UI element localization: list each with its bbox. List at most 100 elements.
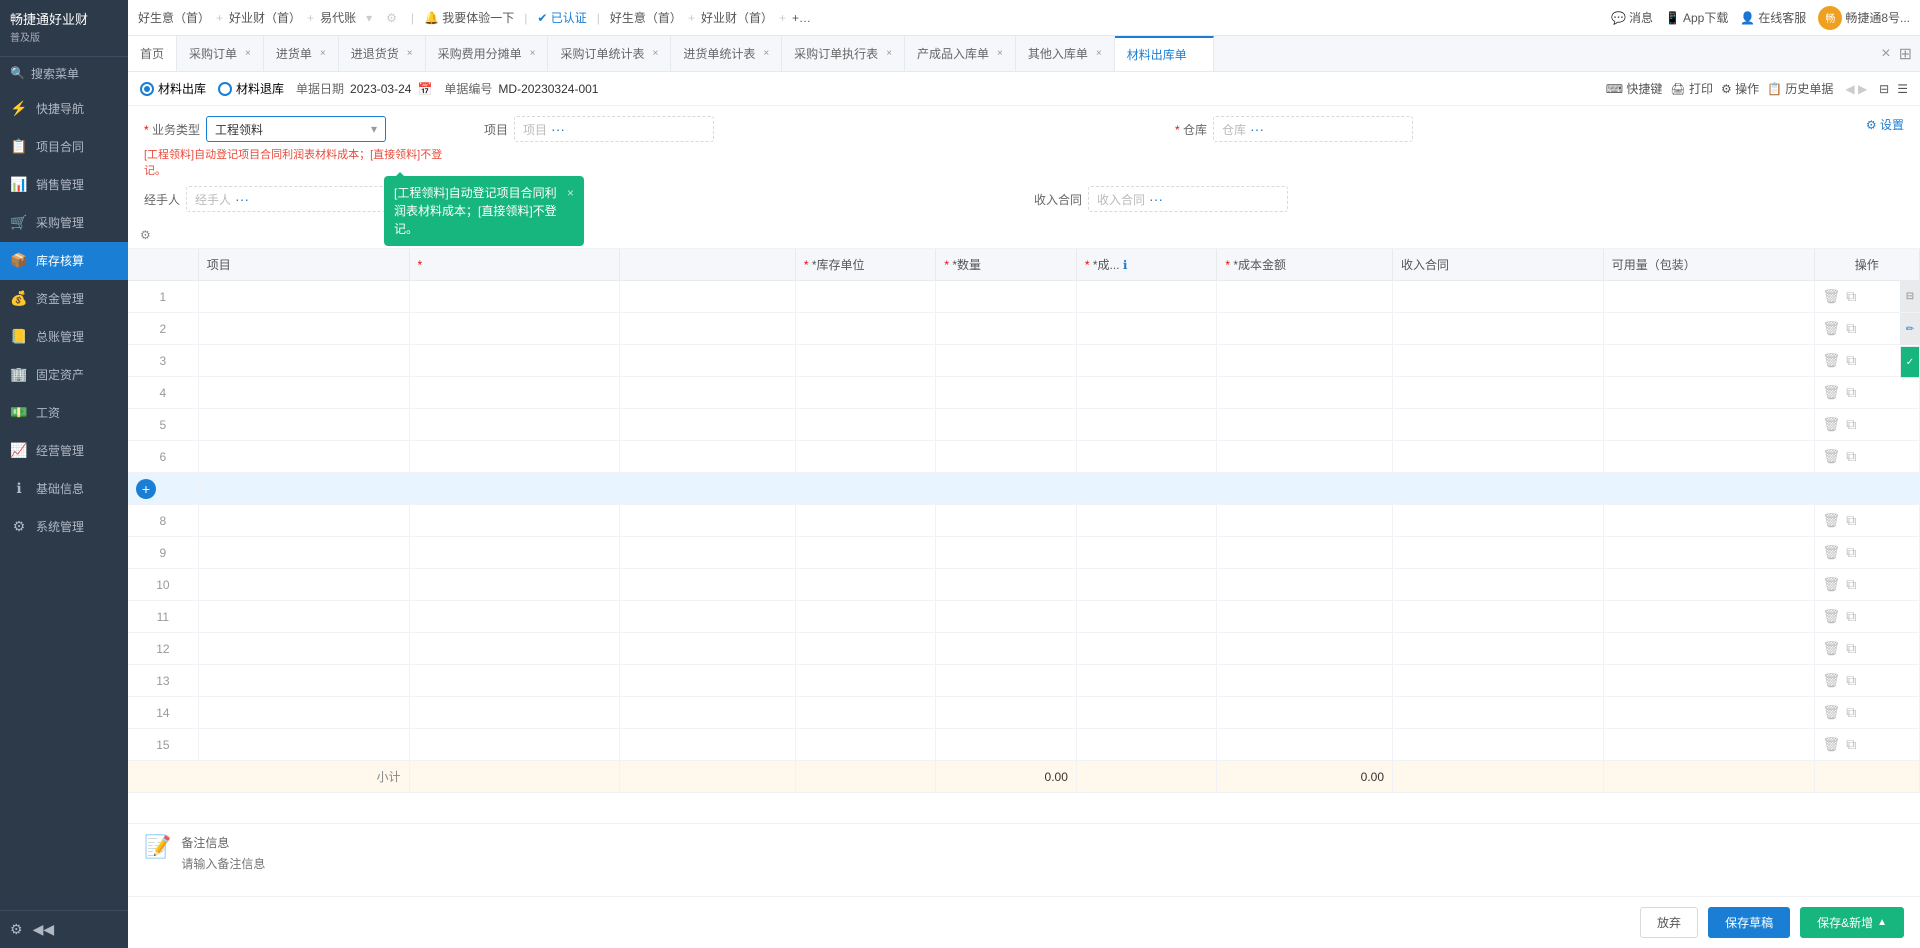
delete-row-icon[interactable]: 🗑: [1823, 416, 1841, 433]
user-menu[interactable]: 畅 畅捷通8号...: [1818, 6, 1910, 30]
row-income-contract[interactable]: [1393, 505, 1604, 537]
row-spec[interactable]: [620, 313, 796, 345]
row-cost-amount[interactable]: [1217, 633, 1393, 665]
row-available[interactable]: [1603, 601, 1814, 633]
row-cost[interactable]: [1076, 697, 1217, 729]
row-unit[interactable]: [795, 601, 936, 633]
row-cost[interactable]: [1076, 441, 1217, 473]
row-income-contract[interactable]: [1393, 537, 1604, 569]
settings-gear-icon[interactable]: ⚙: [10, 921, 23, 938]
project-input[interactable]: 项目 ···: [514, 116, 714, 142]
row-unit[interactable]: [795, 537, 936, 569]
row-cost[interactable]: [1076, 665, 1217, 697]
row-available[interactable]: [1603, 345, 1814, 377]
tab-incoming-stats[interactable]: 进货单统计表 ×: [671, 36, 782, 72]
row-project[interactable]: [198, 345, 409, 377]
history-button[interactable]: 📋 历史单据: [1767, 80, 1833, 97]
sidebar-item-operations[interactable]: 📈 经营管理: [0, 432, 128, 470]
row-unit[interactable]: [795, 729, 936, 761]
copy-row-icon[interactable]: ⧉: [1846, 320, 1856, 337]
row-unit[interactable]: [795, 697, 936, 729]
row-cost[interactable]: [1076, 281, 1217, 313]
row-project[interactable]: [198, 409, 409, 441]
copy-row-icon[interactable]: ⧉: [1846, 288, 1856, 305]
row-cost[interactable]: [1076, 409, 1217, 441]
row-available[interactable]: [1603, 281, 1814, 313]
delete-row-icon[interactable]: 🗑: [1823, 672, 1841, 689]
row-material[interactable]: [409, 313, 620, 345]
copy-row-icon[interactable]: ⧉: [1846, 384, 1856, 401]
row-income-contract[interactable]: [1393, 345, 1604, 377]
date-value[interactable]: 2023-03-24: [350, 82, 411, 96]
delete-row-icon[interactable]: 🗑: [1823, 384, 1841, 401]
notes-input[interactable]: [181, 855, 1904, 883]
topbar-link-experience[interactable]: 🔔 我要体验一下: [424, 9, 514, 26]
delete-row-icon[interactable]: 🗑: [1823, 448, 1841, 465]
save-draft-button[interactable]: 保存草稿: [1708, 907, 1790, 938]
row-spec[interactable]: [620, 633, 796, 665]
tab-purchase-expense[interactable]: 采购费用分摊单 ×: [426, 36, 549, 72]
tab-material-outbound-close[interactable]: ×: [1195, 49, 1201, 60]
row-spec[interactable]: [620, 441, 796, 473]
print-button[interactable]: 🖨 打印: [1670, 80, 1713, 97]
row-material[interactable]: [409, 441, 620, 473]
sidebar-item-system[interactable]: ⚙ 系统管理: [0, 508, 128, 546]
row-material[interactable]: [409, 729, 620, 761]
row-available[interactable]: [1603, 505, 1814, 537]
search-menu[interactable]: 🔍 搜索菜单: [0, 57, 128, 90]
shortcut-keys-button[interactable]: ⌨ 快捷键: [1606, 80, 1663, 97]
income-contract-dots-icon[interactable]: ···: [1149, 191, 1163, 207]
tooltip-close-button[interactable]: ×: [567, 184, 574, 202]
income-contract-input[interactable]: 收入合同 ···: [1088, 186, 1288, 212]
row-quantity[interactable]: [936, 537, 1077, 569]
row-cost[interactable]: [1076, 313, 1217, 345]
message-button[interactable]: 💬 消息: [1611, 9, 1653, 26]
row-income-contract[interactable]: [1393, 601, 1604, 633]
row-income-contract[interactable]: [1393, 313, 1604, 345]
row-available[interactable]: [1603, 377, 1814, 409]
tab-close-all[interactable]: ×: [1881, 45, 1890, 63]
row-spec[interactable]: [620, 569, 796, 601]
copy-row-icon[interactable]: ⧉: [1846, 576, 1856, 593]
row-cost-amount[interactable]: [1217, 409, 1393, 441]
delete-row-icon[interactable]: 🗑: [1823, 640, 1841, 657]
tab-purchase-exec[interactable]: 采购订单执行表 ×: [782, 36, 905, 72]
row-project[interactable]: [198, 505, 409, 537]
row-cost[interactable]: [1076, 505, 1217, 537]
row-unit[interactable]: [795, 281, 936, 313]
row-quantity[interactable]: [936, 505, 1077, 537]
row-income-contract[interactable]: [1393, 377, 1604, 409]
add-row-button[interactable]: +: [136, 479, 156, 499]
row-quantity[interactable]: [936, 601, 1077, 633]
app-download-button[interactable]: 📱 App下载: [1665, 9, 1728, 26]
row-income-contract[interactable]: [1393, 633, 1604, 665]
row-cost-amount[interactable]: [1217, 441, 1393, 473]
sidebar-item-finance[interactable]: 💰 资金管理: [0, 280, 128, 318]
save-new-button[interactable]: 保存&新增 ▲: [1800, 907, 1904, 938]
row-project[interactable]: [198, 441, 409, 473]
row-spec[interactable]: [620, 665, 796, 697]
row-income-contract[interactable]: [1393, 665, 1604, 697]
right-tool-3[interactable]: ✓: [1900, 346, 1920, 378]
sidebar-item-project-contract[interactable]: 📋 项目合同: [0, 128, 128, 166]
discard-button[interactable]: 放弃: [1640, 907, 1698, 938]
sidebar-item-quick-nav[interactable]: ⚡ 快捷导航: [0, 90, 128, 128]
row-spec[interactable]: [620, 537, 796, 569]
tab-purchase-order[interactable]: 采购订单 ×: [177, 36, 264, 72]
row-material[interactable]: [409, 537, 620, 569]
row-material[interactable]: [409, 601, 620, 633]
copy-row-icon[interactable]: ⧉: [1846, 544, 1856, 561]
tab-purchase-stats[interactable]: 采购订单统计表 ×: [548, 36, 671, 72]
row-available[interactable]: [1603, 441, 1814, 473]
row-spec[interactable]: [620, 377, 796, 409]
row-income-contract[interactable]: [1393, 281, 1604, 313]
online-service-button[interactable]: 👤 在线客服: [1740, 9, 1806, 26]
row-unit[interactable]: [795, 569, 936, 601]
topbar-link-haoshengyi2[interactable]: 好生意（首）: [610, 9, 682, 26]
handler-input[interactable]: 经手人 ···: [186, 186, 386, 212]
row-material[interactable]: [409, 569, 620, 601]
copy-row-icon[interactable]: ⧉: [1846, 608, 1856, 625]
row-available[interactable]: [1603, 537, 1814, 569]
row-material[interactable]: [409, 377, 620, 409]
row-cost-amount[interactable]: [1217, 537, 1393, 569]
